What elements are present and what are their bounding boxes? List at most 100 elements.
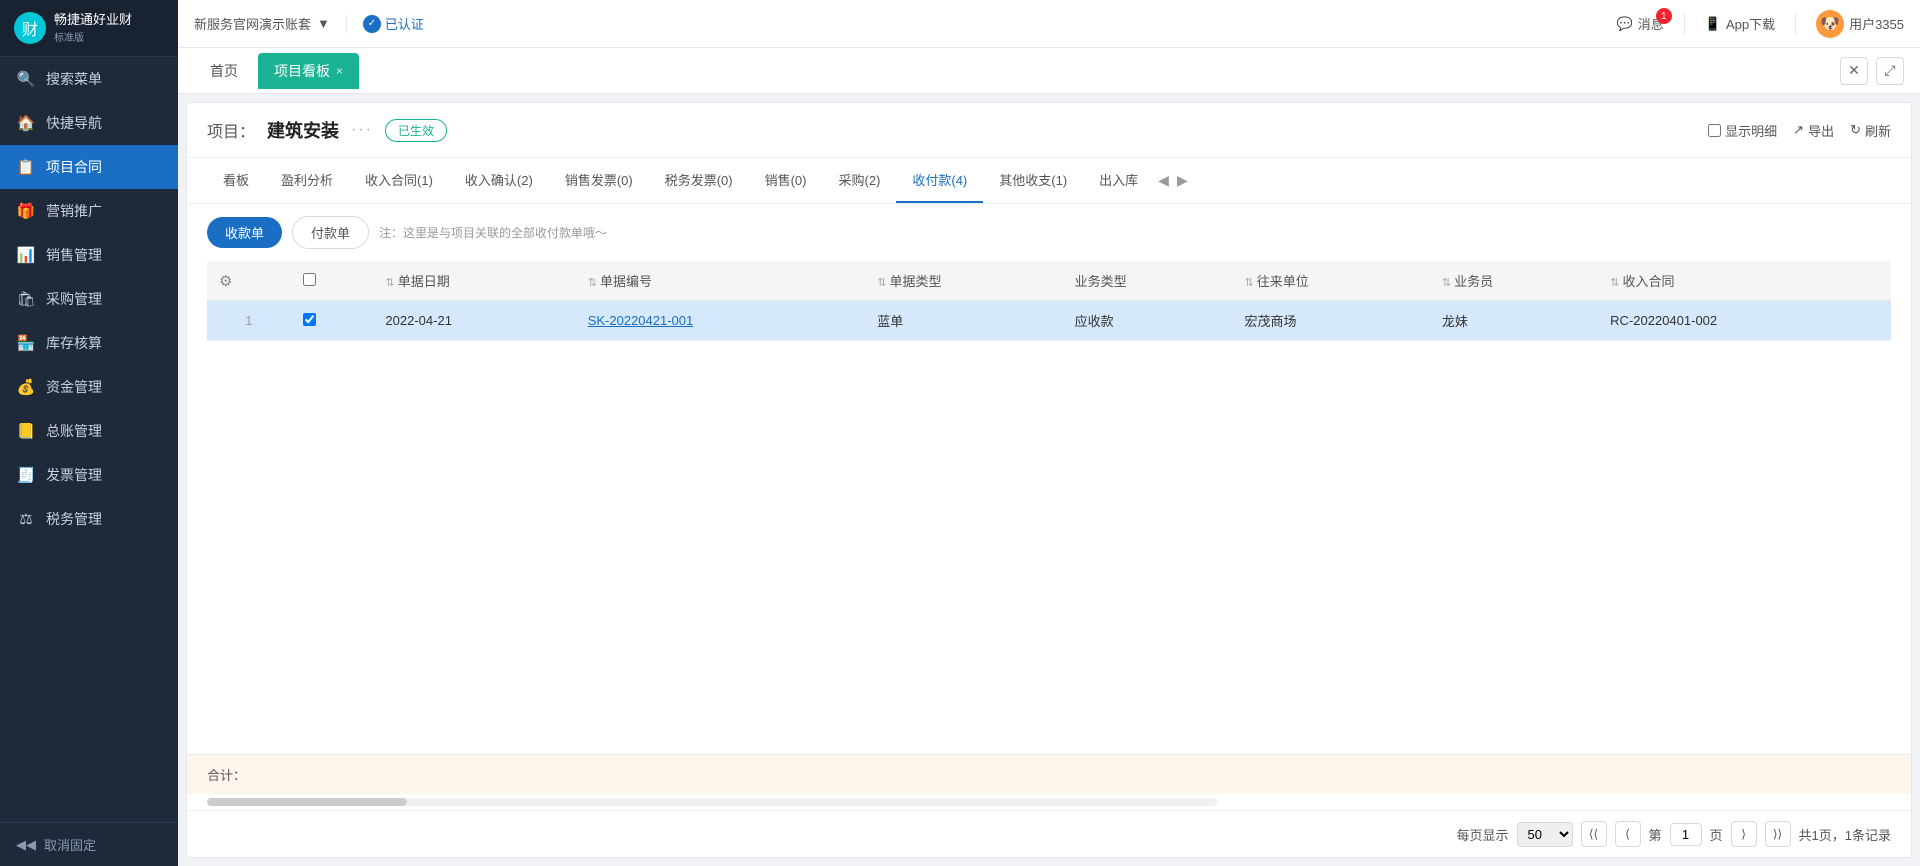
cell-number[interactable]: SK-20220421-001: [576, 301, 866, 341]
prev-page-button[interactable]: ⟨: [1615, 821, 1641, 847]
nav-next-arrow[interactable]: ▶: [1173, 164, 1192, 197]
dropdown-icon: ▼: [317, 16, 330, 31]
nav-tab-purchase[interactable]: 采购(2): [822, 158, 896, 203]
sidebar-item-invoice-mgmt[interactable]: 🧾 发票管理: [0, 453, 178, 497]
account-selector[interactable]: 新服务官网演示账套 ▼: [194, 14, 330, 33]
nav-tab-receipt-payment[interactable]: 收付款(4): [896, 158, 983, 203]
ledger-icon: 📒: [16, 421, 36, 441]
sidebar-item-label: 快捷导航: [46, 113, 102, 133]
project-title: 建筑安装: [267, 117, 339, 143]
tab-home[interactable]: 首页: [194, 53, 254, 89]
nav-tab-income-confirm[interactable]: 收入确认(2): [449, 158, 549, 203]
project-status-badge: 已生效: [385, 119, 447, 142]
export-button[interactable]: ↗ 导出: [1793, 121, 1834, 140]
expand-button[interactable]: ⤢: [1876, 57, 1904, 85]
per-page-select[interactable]: 50 20 100: [1517, 822, 1573, 847]
project-header: 项目： 建筑安装 ··· 已生效 显示明细 ↗ 导出 ↻ 刷新: [187, 103, 1911, 158]
mobile-icon: 📱: [1705, 16, 1721, 32]
sidebar-item-marketing[interactable]: 🎁 营销推广: [0, 189, 178, 233]
page-number-input[interactable]: [1670, 823, 1702, 846]
scrollbar-thumb[interactable]: [207, 798, 407, 806]
tab-label: 项目看板: [274, 61, 330, 81]
nav-prev-arrow[interactable]: ◀: [1154, 164, 1173, 197]
tabbar-controls: ✕ ⤢: [1840, 57, 1904, 85]
nav-tab-income-contract[interactable]: 收入合同(1): [349, 158, 449, 203]
cell-partner: 宏茂商场: [1233, 301, 1430, 341]
message-badge: 1: [1656, 8, 1672, 24]
divider: [1795, 14, 1796, 34]
sidebar-item-tax-mgmt[interactable]: ⚖ 税务管理: [0, 497, 178, 541]
sidebar: 财 畅捷通好业财 标准版 🔍 搜索菜单 🏠 快捷导航 📋 项目合同 🎁 营销推广…: [0, 0, 178, 866]
sidebar-item-project-contract[interactable]: 📋 项目合同: [0, 145, 178, 189]
last-page-button[interactable]: ⟩⟩: [1765, 821, 1791, 847]
column-partner[interactable]: 往来单位: [1233, 261, 1430, 301]
nav-tabs: 看板 盈利分析 收入合同(1) 收入确认(2) 销售发票(0) 税务发票(0) …: [187, 158, 1911, 204]
page-label: 第: [1649, 825, 1662, 844]
column-biz-type: 业务类型: [1063, 261, 1233, 301]
column-date[interactable]: 单据日期: [373, 261, 575, 301]
inventory-icon: 🏪: [16, 333, 36, 353]
app-download-action[interactable]: 📱 App下载: [1705, 14, 1775, 33]
certified-badge: ✓ 已认证: [363, 14, 424, 33]
refresh-button[interactable]: ↻ 刷新: [1850, 121, 1891, 140]
sidebar-item-sales-mgmt[interactable]: 📊 销售管理: [0, 233, 178, 277]
show-detail-label[interactable]: 显示明细: [1708, 121, 1777, 140]
nav-tab-sales-invoice[interactable]: 销售发票(0): [549, 158, 649, 203]
sub-tab-receipt[interactable]: 收款单: [207, 217, 282, 248]
topbar-right: 💬 消息 1 📱 App下载 🐶 用户3355: [1617, 10, 1904, 38]
next-page-button[interactable]: ⟩: [1731, 821, 1757, 847]
sidebar-item-purchase-mgmt[interactable]: 🛍 采购管理: [0, 277, 178, 321]
tab-project-kanban[interactable]: 项目看板 ×: [258, 53, 359, 89]
certified-label: 已认证: [385, 14, 424, 33]
nav-tab-inout-warehouse[interactable]: 出入库: [1083, 158, 1154, 203]
project-prefix: 项目：: [207, 118, 255, 142]
first-page-button[interactable]: ⟨⟨: [1581, 821, 1607, 847]
sidebar-item-label: 营销推广: [46, 201, 102, 221]
app-download-label: App下载: [1726, 14, 1775, 33]
close-button[interactable]: ✕: [1840, 57, 1868, 85]
nav-tab-other-income[interactable]: 其他收支(1): [983, 158, 1083, 203]
scrollbar-track[interactable]: [207, 798, 1217, 806]
select-all-checkbox[interactable]: [303, 273, 316, 286]
shield-icon: ✓: [363, 15, 381, 33]
sidebar-item-search[interactable]: 🔍 搜索菜单: [0, 57, 178, 101]
sidebar-item-inventory[interactable]: 🏪 库存核算: [0, 321, 178, 365]
sidebar-item-ledger-mgmt[interactable]: 📒 总账管理: [0, 409, 178, 453]
sub-tab-payment[interactable]: 付款单: [292, 216, 369, 249]
logo-text: 畅捷通好业财 标准版: [54, 12, 132, 44]
nav-tab-profit[interactable]: 盈利分析: [265, 158, 349, 203]
column-settings[interactable]: ⚙: [207, 261, 291, 301]
sidebar-item-label: 税务管理: [46, 509, 102, 529]
row-checkbox[interactable]: [291, 301, 374, 341]
project-more-icon[interactable]: ···: [351, 121, 373, 139]
nav-tab-tax-invoice[interactable]: 税务发票(0): [649, 158, 749, 203]
fund-icon: 💰: [16, 377, 36, 397]
column-checkbox: [291, 261, 374, 301]
avatar: 🐶: [1816, 10, 1844, 38]
page-suffix: 页: [1710, 825, 1723, 844]
total-records: 共1页，1条记录: [1799, 825, 1891, 844]
sidebar-nav: 🔍 搜索菜单 🏠 快捷导航 📋 项目合同 🎁 营销推广 📊 销售管理 🛍 采购管…: [0, 57, 178, 822]
column-type[interactable]: 单据类型: [865, 261, 1062, 301]
topbar: 新服务官网演示账套 ▼ ✓ 已认证 💬 消息 1 📱 App下载 🐶: [178, 0, 1920, 48]
sidebar-logo: 财 畅捷通好业财 标准版: [0, 0, 178, 57]
table-row: 1 2022-04-21 SK-20220421-001 蓝单 应收款: [207, 301, 1891, 341]
sidebar-item-fund-mgmt[interactable]: 💰 资金管理: [0, 365, 178, 409]
tab-close-icon[interactable]: ×: [336, 64, 343, 78]
show-detail-checkbox[interactable]: [1708, 124, 1721, 137]
user-action[interactable]: 🐶 用户3355: [1816, 10, 1904, 38]
column-salesperson[interactable]: 业务员: [1430, 261, 1598, 301]
column-number[interactable]: 单据编号: [576, 261, 866, 301]
cell-type: 蓝单: [865, 301, 1062, 341]
sidebar-item-label: 采购管理: [46, 289, 102, 309]
sidebar-item-quick-nav[interactable]: 🏠 快捷导航: [0, 101, 178, 145]
message-action[interactable]: 💬 消息 1: [1617, 14, 1664, 33]
row-select-checkbox[interactable]: [303, 313, 316, 326]
per-page-label: 每页显示: [1456, 825, 1508, 844]
tab-home-label: 首页: [210, 61, 238, 81]
column-income-contract[interactable]: 收入合同: [1598, 261, 1891, 301]
nav-tab-sales[interactable]: 销售(0): [749, 158, 823, 203]
sidebar-unpin[interactable]: ◀◀ 取消固定: [0, 822, 178, 866]
gift-icon: 🎁: [16, 201, 36, 221]
nav-tab-kanban[interactable]: 看板: [207, 158, 265, 203]
